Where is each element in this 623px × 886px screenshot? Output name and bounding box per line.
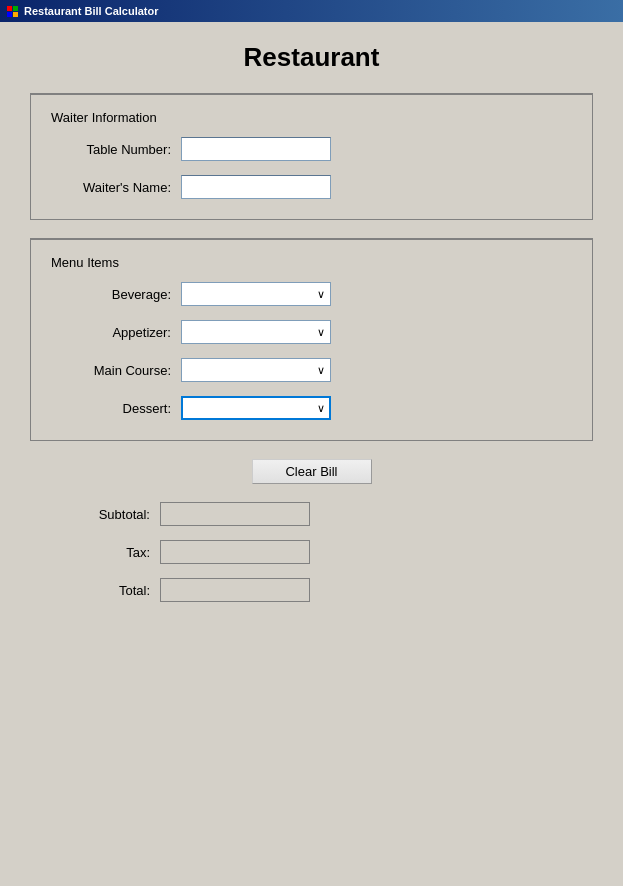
clear-bill-button[interactable]: Clear Bill <box>252 459 372 484</box>
total-input <box>160 578 310 602</box>
menu-items-section: Menu Items Beverage: Appetizer: Main Cou… <box>30 238 593 441</box>
waiter-section-label: Waiter Information <box>51 110 572 125</box>
tax-label: Tax: <box>60 545 160 560</box>
total-label: Total: <box>60 583 160 598</box>
subtotal-input <box>160 502 310 526</box>
dessert-label: Dessert: <box>51 401 181 416</box>
app-icon <box>4 3 20 19</box>
total-row: Total: <box>60 578 563 602</box>
appetizer-select[interactable] <box>181 320 331 344</box>
appetizer-row: Appetizer: <box>51 320 572 344</box>
waiter-name-row: Waiter's Name: <box>51 175 572 199</box>
beverage-select[interactable] <box>181 282 331 306</box>
tax-input <box>160 540 310 564</box>
waiter-information-section: Waiter Information Table Number: Waiter'… <box>30 93 593 220</box>
clear-bill-section: Clear Bill <box>30 459 593 484</box>
beverage-label: Beverage: <box>51 287 181 302</box>
table-number-row: Table Number: <box>51 137 572 161</box>
dessert-select[interactable] <box>181 396 331 420</box>
main-course-select-wrapper <box>181 358 331 382</box>
page-title: Restaurant <box>30 42 593 73</box>
appetizer-label: Appetizer: <box>51 325 181 340</box>
table-number-input[interactable] <box>181 137 331 161</box>
main-course-select[interactable] <box>181 358 331 382</box>
beverage-row: Beverage: <box>51 282 572 306</box>
main-course-label: Main Course: <box>51 363 181 378</box>
tax-row: Tax: <box>60 540 563 564</box>
title-bar: Restaurant Bill Calculator <box>0 0 623 22</box>
totals-section: Subtotal: Tax: Total: <box>30 502 593 602</box>
dessert-select-wrapper <box>181 396 331 420</box>
subtotal-label: Subtotal: <box>60 507 160 522</box>
title-bar-text: Restaurant Bill Calculator <box>24 5 158 17</box>
main-course-row: Main Course: <box>51 358 572 382</box>
dessert-row: Dessert: <box>51 396 572 420</box>
menu-section-label: Menu Items <box>51 255 572 270</box>
table-number-label: Table Number: <box>51 142 181 157</box>
beverage-select-wrapper <box>181 282 331 306</box>
waiter-name-input[interactable] <box>181 175 331 199</box>
subtotal-row: Subtotal: <box>60 502 563 526</box>
window-body: Restaurant Waiter Information Table Numb… <box>0 22 623 636</box>
appetizer-select-wrapper <box>181 320 331 344</box>
waiter-name-label: Waiter's Name: <box>51 180 181 195</box>
